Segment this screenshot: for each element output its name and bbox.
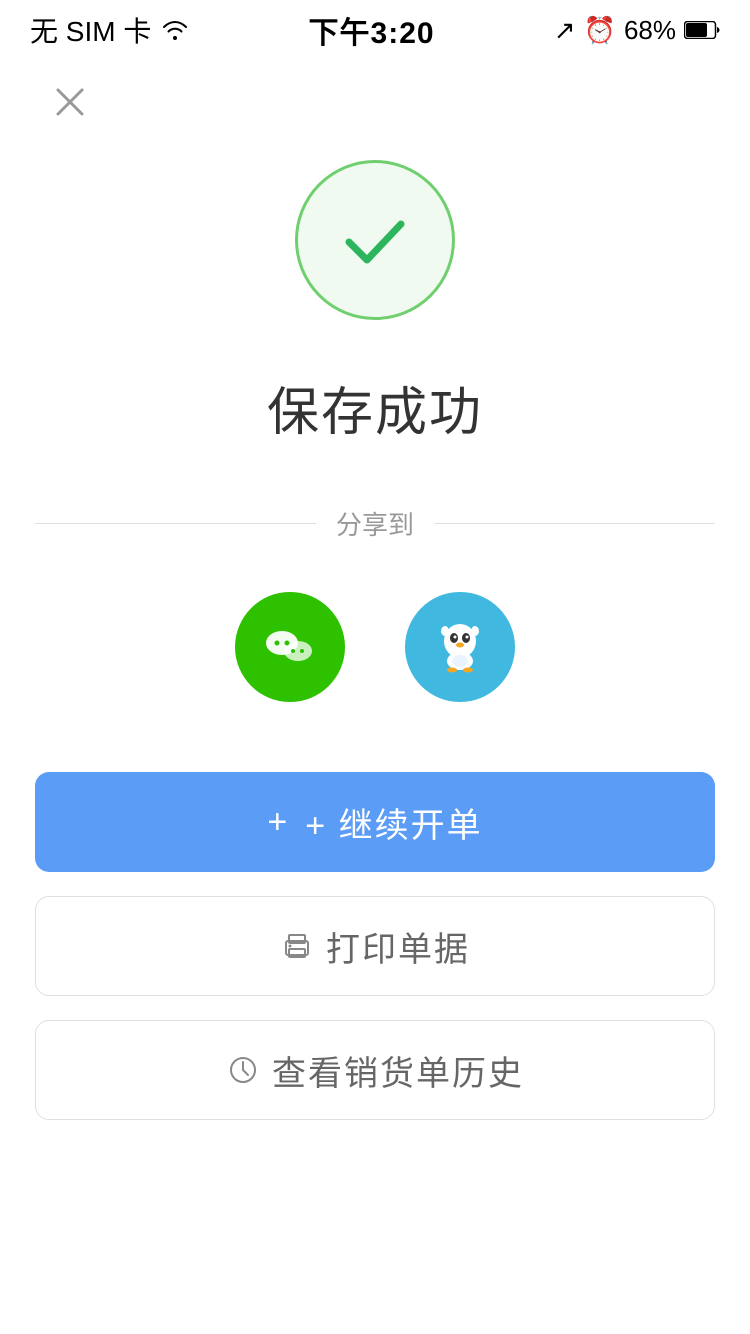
history-icon: [226, 1053, 260, 1087]
print-icon: [280, 929, 314, 963]
status-left: 无 SIM 卡: [30, 10, 189, 50]
continue-label: + 继续开单: [305, 798, 482, 847]
wifi-icon: [161, 19, 189, 41]
history-button[interactable]: 查看销货单历史: [35, 1020, 715, 1120]
wechat-icon: [260, 617, 320, 677]
battery-text: 68%: [624, 15, 676, 46]
print-button[interactable]: 打印单据: [35, 896, 715, 996]
share-divider: 分享到: [35, 505, 715, 542]
close-button[interactable]: [40, 72, 100, 132]
alarm-icon: ⏰: [584, 15, 616, 46]
continue-icon: +: [267, 803, 289, 842]
history-label: 查看销货单历史: [272, 1046, 524, 1095]
main-content: 保存成功 分享到: [0, 60, 750, 1120]
print-label: 打印单据: [326, 922, 470, 971]
checkmark-icon: [335, 200, 415, 280]
location-icon: ↗: [554, 15, 576, 46]
close-icon: [50, 82, 90, 122]
action-buttons: + + 继续开单 打印单据 查看销货单历: [35, 772, 715, 1120]
battery-icon: [684, 21, 720, 39]
success-circle: [295, 160, 455, 320]
share-icons: [235, 592, 515, 702]
status-bar: 无 SIM 卡 下午3:20 ↗ ⏰ 68%: [0, 0, 750, 60]
continue-button[interactable]: + + 继续开单: [35, 772, 715, 872]
share-label: 分享到: [316, 505, 434, 542]
qq-share-button[interactable]: [405, 592, 515, 702]
wechat-share-button[interactable]: [235, 592, 345, 702]
status-time: 下午3:20: [309, 8, 435, 52]
success-title: 保存成功: [267, 370, 483, 445]
status-right: ↗ ⏰ 68%: [554, 15, 720, 46]
carrier-text: 无 SIM 卡: [30, 10, 151, 50]
qq-icon: [428, 615, 492, 679]
